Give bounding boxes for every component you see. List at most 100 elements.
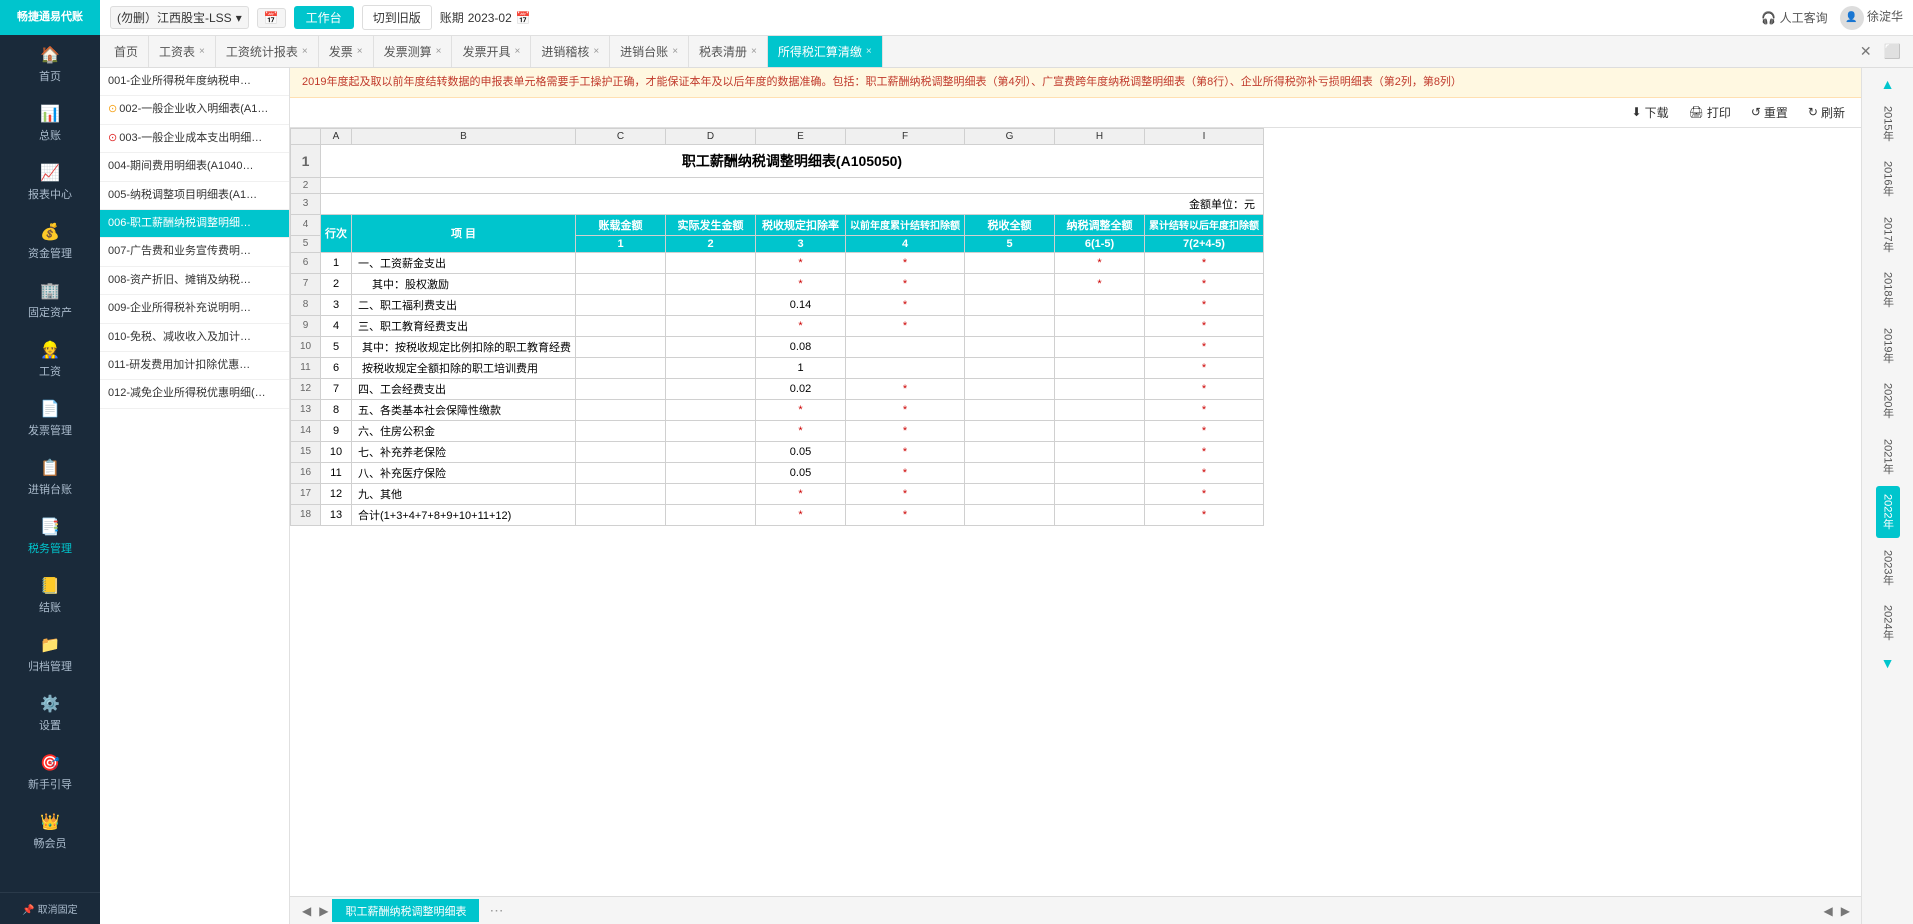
h-cell[interactable] bbox=[1055, 399, 1145, 420]
tab-payroll-stats[interactable]: 工资统计报表 × bbox=[216, 36, 319, 68]
tab-close-icon[interactable]: × bbox=[751, 46, 757, 57]
d-cell[interactable] bbox=[666, 483, 756, 504]
d-cell[interactable] bbox=[666, 420, 756, 441]
table-row[interactable]: 17 12 九、其他 * * * bbox=[291, 483, 1264, 504]
tab-invoice-issue[interactable]: 发票开具 × bbox=[452, 36, 531, 68]
sidebar-item-salesledger[interactable]: 📋 进销台账 bbox=[0, 448, 100, 507]
g-cell[interactable] bbox=[965, 273, 1055, 294]
list-item-006[interactable]: 006-职工薪酬纳税调整明细… bbox=[100, 210, 289, 238]
h-cell[interactable] bbox=[1055, 315, 1145, 336]
tab-close-icon[interactable]: × bbox=[357, 46, 363, 57]
g-cell[interactable] bbox=[965, 483, 1055, 504]
table-wrapper[interactable]: A B C D E F G H I 1 职工薪酬纳税调整明细表(A105050) bbox=[290, 128, 1861, 897]
h-cell[interactable] bbox=[1055, 378, 1145, 399]
sheet-nav-next[interactable]: ▶ bbox=[315, 904, 332, 918]
list-item-010[interactable]: 010-免税、减收收入及加计… bbox=[100, 324, 289, 352]
list-item-005[interactable]: 005-纳税调整项目明细表(A1… bbox=[100, 182, 289, 210]
h-cell[interactable] bbox=[1055, 441, 1145, 462]
close-tab-btn[interactable]: ✕ bbox=[1856, 43, 1876, 60]
year-item-2019[interactable]: 2019年 bbox=[1876, 320, 1900, 371]
sidebar-item-finance[interactable]: 💰 资金管理 bbox=[0, 212, 100, 271]
sheet-options-icon[interactable]: ⋯ bbox=[489, 902, 503, 919]
list-item-007[interactable]: 007-广告费和业务宣传费明… bbox=[100, 238, 289, 266]
d-cell[interactable] bbox=[666, 273, 756, 294]
list-item-001[interactable]: 001-企业所得税年度纳税申… bbox=[100, 68, 289, 96]
sidebar-item-settings[interactable]: ⚙️ 设置 bbox=[0, 684, 100, 743]
d-cell[interactable] bbox=[666, 399, 756, 420]
tab-sales-check[interactable]: 进销稽核 × bbox=[531, 36, 610, 68]
sidebar-item-ledger[interactable]: 📊 总账 bbox=[0, 94, 100, 153]
list-item-009[interactable]: 009-企业所得税补充说明明… bbox=[100, 295, 289, 323]
table-row[interactable]: 15 10 七、补充养老保险 0.05 * * bbox=[291, 441, 1264, 462]
table-row[interactable]: 11 6 按税收规定全额扣除的职工培训费用 1 * bbox=[291, 357, 1264, 378]
g-cell[interactable] bbox=[965, 441, 1055, 462]
tab-close-icon[interactable]: × bbox=[672, 46, 678, 57]
h-cell[interactable] bbox=[1055, 420, 1145, 441]
d-cell[interactable] bbox=[666, 357, 756, 378]
table-row[interactable]: 13 8 五、各类基本社会保障性缴款 * * * bbox=[291, 399, 1264, 420]
d-cell[interactable] bbox=[666, 336, 756, 357]
g-cell[interactable] bbox=[965, 315, 1055, 336]
maximize-btn[interactable]: ⬜ bbox=[1880, 43, 1905, 60]
c-cell[interactable] bbox=[576, 504, 666, 525]
c-cell[interactable] bbox=[576, 294, 666, 315]
c-cell[interactable] bbox=[576, 336, 666, 357]
d-cell[interactable] bbox=[666, 462, 756, 483]
list-item-004[interactable]: 004-期间费用明细表(A1040… bbox=[100, 153, 289, 181]
year-item-2016[interactable]: 2016年 bbox=[1876, 153, 1900, 204]
tab-income-tax[interactable]: 所得税汇算清缴 × bbox=[768, 36, 883, 68]
year-scroll-up[interactable]: ▲ bbox=[1862, 72, 1913, 96]
tab-close-icon[interactable]: × bbox=[866, 46, 872, 57]
sidebar-item-invoice[interactable]: 📄 发票管理 bbox=[0, 389, 100, 448]
download-button[interactable]: ⬇ 下载 bbox=[1628, 102, 1673, 123]
tab-sales-ledger[interactable]: 进销台账 × bbox=[610, 36, 689, 68]
g-cell[interactable] bbox=[965, 378, 1055, 399]
c-cell[interactable] bbox=[576, 273, 666, 294]
table-row[interactable]: 8 3 二、职工福利费支出 0.14 * * bbox=[291, 294, 1264, 315]
support-btn[interactable]: 🎧 人工客询 bbox=[1761, 9, 1827, 26]
g-cell[interactable] bbox=[965, 420, 1055, 441]
sidebar-item-assets[interactable]: 🏢 固定资产 bbox=[0, 271, 100, 330]
list-item-003[interactable]: ⊙003-一般企业成本支出明细… bbox=[100, 125, 289, 153]
f-cell[interactable] bbox=[846, 336, 965, 357]
c-cell[interactable] bbox=[576, 315, 666, 336]
table-row[interactable]: 6 1 一、工资薪金支出 * * * * bbox=[291, 252, 1264, 273]
g-cell[interactable] bbox=[965, 462, 1055, 483]
sheet-nav-prev[interactable]: ◀ bbox=[298, 904, 315, 918]
table-row[interactable]: 7 2 其中：股权激励 * * * * bbox=[291, 273, 1264, 294]
c-cell[interactable] bbox=[576, 462, 666, 483]
year-item-2018[interactable]: 2018年 bbox=[1876, 264, 1900, 315]
tab-tax-register[interactable]: 税表清册 × bbox=[689, 36, 768, 68]
sidebar-item-report[interactable]: 📈 报表中心 bbox=[0, 153, 100, 212]
reset-button[interactable]: ↺ 重置 bbox=[1747, 102, 1792, 123]
tab-close-icon[interactable]: × bbox=[593, 46, 599, 57]
g-cell[interactable] bbox=[965, 294, 1055, 315]
list-item-008[interactable]: 008-资产折旧、摊销及纳税… bbox=[100, 267, 289, 295]
d-cell[interactable] bbox=[666, 504, 756, 525]
tab-payroll[interactable]: 工资表 × bbox=[149, 36, 216, 68]
sidebar-item-payroll[interactable]: 👷 工资 bbox=[0, 330, 100, 389]
g-cell[interactable] bbox=[965, 357, 1055, 378]
refresh-button[interactable]: ↻ 刷新 bbox=[1804, 102, 1849, 123]
d-cell[interactable] bbox=[666, 378, 756, 399]
year-scroll-down[interactable]: ▼ bbox=[1862, 651, 1913, 675]
sidebar-item-home[interactable]: 🏠 首页 bbox=[0, 35, 100, 94]
c-cell[interactable] bbox=[576, 441, 666, 462]
switch-period-button[interactable]: 切到旧版 bbox=[362, 5, 432, 30]
workspace-button[interactable]: 工作台 bbox=[294, 6, 354, 29]
list-item-002[interactable]: ⊙002-一般企业收入明细表(A1… bbox=[100, 96, 289, 124]
c-cell[interactable] bbox=[576, 357, 666, 378]
g-cell[interactable] bbox=[965, 252, 1055, 273]
d-cell[interactable] bbox=[666, 294, 756, 315]
sidebar-item-archive[interactable]: 📁 归档管理 bbox=[0, 625, 100, 684]
g-cell[interactable] bbox=[965, 399, 1055, 420]
calendar-icon-btn[interactable]: 📅 bbox=[257, 8, 286, 28]
user-menu[interactable]: 👤 徐淀华 bbox=[1840, 6, 1903, 30]
year-item-2021[interactable]: 2021年 bbox=[1876, 431, 1900, 482]
tab-invoice-calc[interactable]: 发票测算 × bbox=[374, 36, 453, 68]
year-item-2017[interactable]: 2017年 bbox=[1876, 209, 1900, 260]
table-row[interactable]: 10 5 其中：按税收规定比例扣除的职工教育经费 0.08 * bbox=[291, 336, 1264, 357]
d-cell[interactable] bbox=[666, 441, 756, 462]
sidebar-item-member[interactable]: 👑 畅会员 bbox=[0, 802, 100, 861]
table-row[interactable]: 14 9 六、住房公积金 * * * bbox=[291, 420, 1264, 441]
